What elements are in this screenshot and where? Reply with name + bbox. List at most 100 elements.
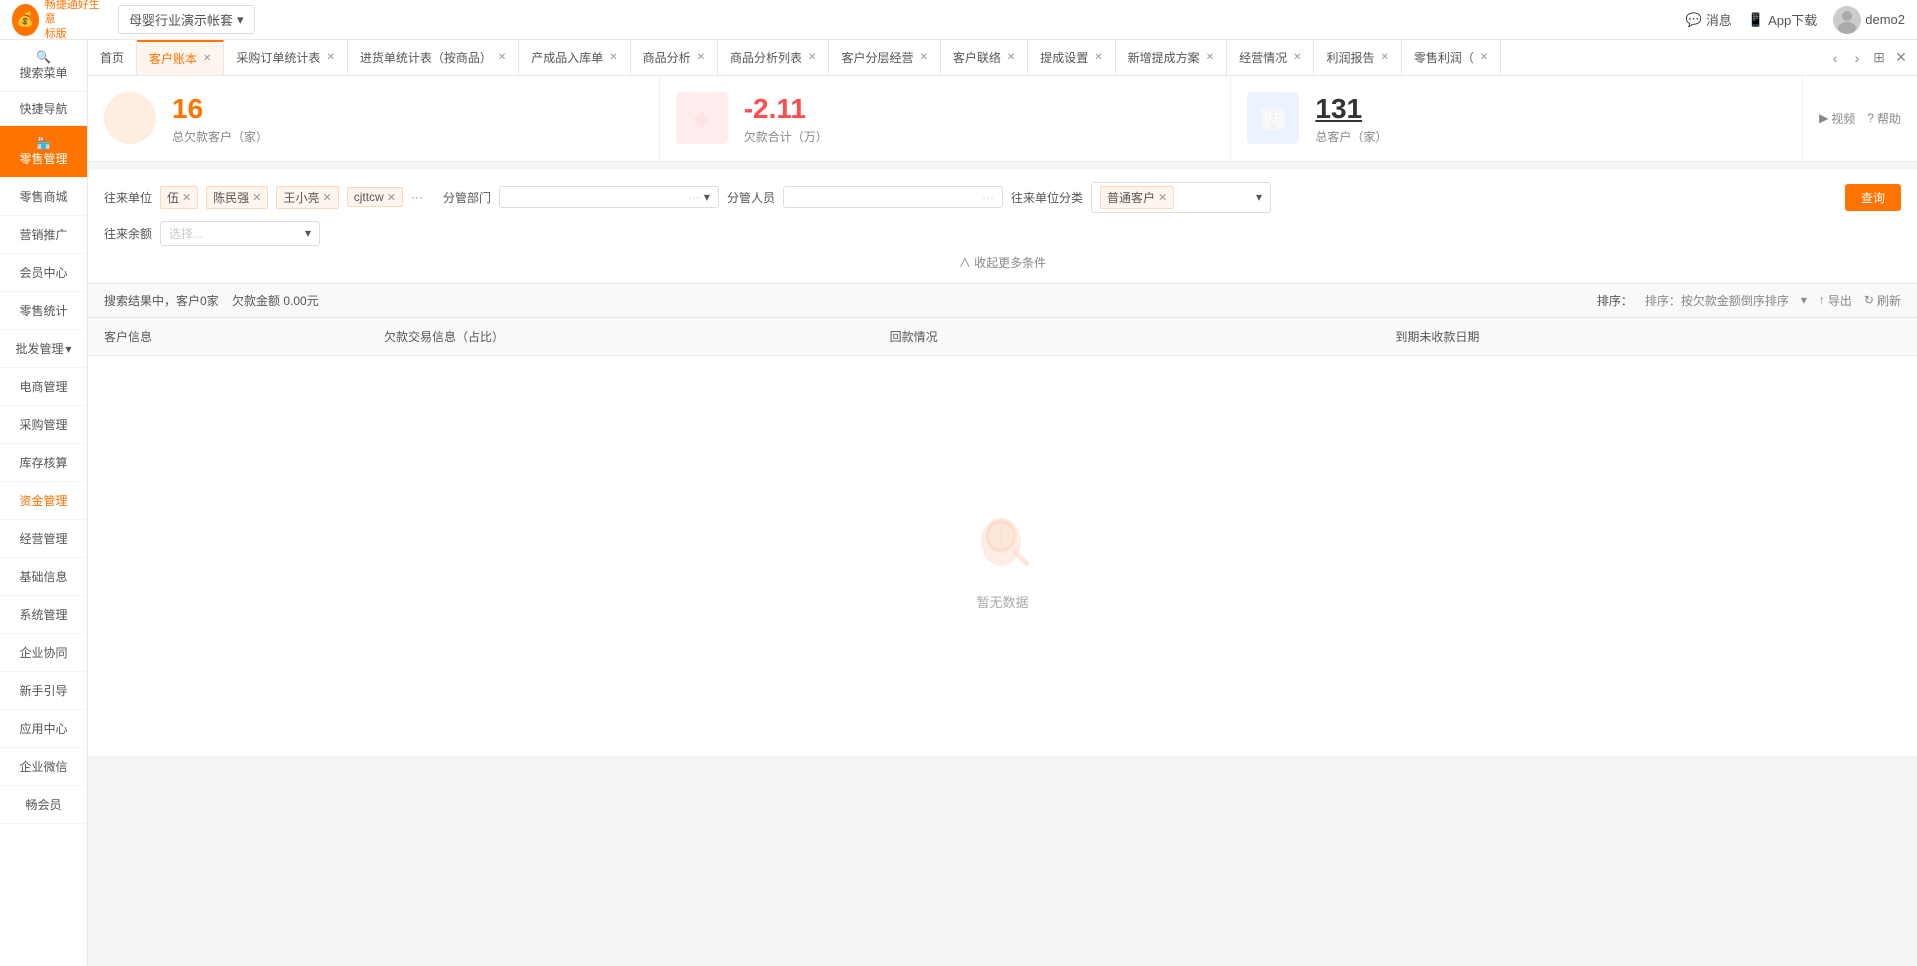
logo-area: 💰 畅捷通好生意 标版 (12, 0, 100, 41)
export-btn[interactable]: ↑ 导出 (1819, 292, 1852, 309)
close-tab-icon[interactable]: ✕ (808, 52, 816, 63)
sidebar-item-retail-stats[interactable]: 零售统计 (0, 292, 87, 330)
sidebar-item-enterprise-wechat[interactable]: 企业微信 (0, 748, 87, 786)
tab-product-inbound[interactable]: 产成品入库单 ✕ (519, 40, 630, 76)
logo-icon: 💰 (12, 4, 39, 36)
filter-tag-unit-2: 陈民强 ✕ (206, 186, 268, 209)
retail-mgmt-icon: 🏪 (0, 136, 87, 150)
help-btn[interactable]: ? 帮助 (1867, 110, 1901, 127)
close-tab-icon[interactable]: ✕ (1206, 52, 1214, 63)
stat-text-customers: 16 总欠款客户（家） (172, 92, 268, 145)
tab-right-arrow[interactable]: › (1847, 48, 1867, 68)
collapse-button[interactable]: ∧ 收起更多条件 (959, 254, 1046, 271)
chevron-icon: ▾ (65, 342, 71, 356)
sidebar-item-app-center[interactable]: 应用中心 (0, 710, 87, 748)
sidebar-item-ops-mgmt[interactable]: 经营管理 (0, 520, 87, 558)
sidebar-item-retail-mgmt[interactable]: 🏪 零售管理 (0, 126, 87, 178)
sidebar-item-sys-mgmt[interactable]: 系统管理 (0, 596, 87, 634)
tab-customer-contact[interactable]: 客户联络 ✕ (941, 40, 1028, 76)
table-col-due-date: 到期未收款日期 (1395, 328, 1901, 345)
top-bar: 💰 畅捷通好生意 标版 母婴行业演示帐套 ▾ 💬 消息 📱 App下载 demo… (0, 0, 1917, 40)
stat-card-total-customers: ¥ 16 总欠款客户（家） (88, 76, 660, 161)
close-tab-icon[interactable]: ✕ (203, 53, 211, 64)
filter-area: 往来单位 伍 ✕ 陈民强 ✕ 王小亮 ✕ cjttcw (88, 170, 1917, 284)
query-button[interactable]: 查询 (1845, 184, 1901, 211)
filter-balance-select[interactable]: 选择... ▾ (160, 221, 320, 246)
close-tab-icon[interactable]: ✕ (1293, 52, 1301, 63)
sidebar-item-capital-mgmt[interactable]: 资金管理 (0, 482, 87, 520)
filter-classify-tag: 普通客户 ✕ (1100, 186, 1174, 209)
table-header: 客户信息 欠款交易信息（占比） 回款情况 到期未收款日期 (88, 318, 1917, 356)
help-icon: ? (1867, 111, 1874, 125)
sidebar-item-new-guide[interactable]: 新手引导 (0, 672, 87, 710)
close-tab-icon[interactable]: ✕ (919, 52, 927, 63)
close-tab-icon[interactable]: ✕ (697, 52, 705, 63)
close-tab-icon[interactable]: ✕ (1094, 52, 1102, 63)
remove-tag-4[interactable]: ✕ (387, 191, 396, 204)
logo-text: 畅捷通好生意 标版 (45, 0, 100, 41)
filter-dept-select[interactable]: ··· ▾ (499, 186, 719, 208)
remove-tag-3[interactable]: ✕ (323, 191, 332, 204)
result-actions: 排序： 排序：按欠款金额倒序排序 ▾ ↑ 导出 ↻ 刷新 (1597, 292, 1901, 309)
close-tab-icon[interactable]: ✕ (498, 52, 506, 63)
tab-left-arrow[interactable]: ‹ (1825, 48, 1845, 68)
sidebar-item-enterprise-collab[interactable]: 企业协同 (0, 634, 87, 672)
tab-expand-icon[interactable]: ⊞ (1869, 48, 1889, 68)
tab-commission-settings[interactable]: 提成设置 ✕ (1028, 40, 1115, 76)
filter-person-select[interactable]: ··· (783, 186, 1003, 208)
filter-label-dept: 分管部门 (443, 189, 491, 206)
sidebar-item-inventory[interactable]: 库存核算 (0, 444, 87, 482)
video-help-btn[interactable]: ▶ 视频 (1819, 110, 1855, 127)
sidebar-item-retail-shop[interactable]: 零售商城 (0, 178, 87, 216)
sort-chevron-icon: ▾ (1801, 293, 1807, 307)
filter-classify-select[interactable]: 普通客户 ✕ ▾ (1091, 182, 1271, 213)
refresh-icon: ↻ (1864, 293, 1874, 307)
tab-purchase-goods-stats[interactable]: 进货单统计表（按商品） ✕ (348, 40, 519, 76)
tab-product-analysis[interactable]: 商品分析 ✕ (631, 40, 718, 76)
close-tab-icon[interactable]: ✕ (326, 52, 334, 63)
tab-customer-ledger[interactable]: 客户账本 ✕ (137, 40, 224, 76)
tab-customer-segment[interactable]: 客户分层经营 ✕ (829, 40, 940, 76)
close-tab-icon[interactable]: ✕ (1007, 52, 1015, 63)
top-bar-left: 💰 畅捷通好生意 标版 母婴行业演示帐套 ▾ (12, 0, 255, 41)
tab-product-analysis-list[interactable]: 商品分析列表 ✕ (718, 40, 829, 76)
store-selector[interactable]: 母婴行业演示帐套 ▾ (118, 5, 255, 34)
empty-icon (963, 500, 1043, 580)
user-avatar-btn[interactable]: demo2 (1833, 6, 1905, 34)
search-icon: 🔍 (0, 50, 87, 64)
close-tab-icon[interactable]: ✕ (1480, 52, 1488, 63)
message-btn[interactable]: 💬 消息 (1686, 10, 1732, 29)
top-right-actions: ▶ 视频 ? 帮助 (1803, 76, 1917, 161)
tab-purchase-order-stats[interactable]: 采购订单统计表 ✕ (224, 40, 347, 76)
remove-tag-1[interactable]: ✕ (182, 191, 191, 204)
tab-profit-report[interactable]: 利润报告 ✕ (1314, 40, 1401, 76)
table-container: 客户信息 欠款交易信息（占比） 回款情况 到期未收款日期 (88, 318, 1917, 756)
sidebar-item-ecommerce[interactable]: 电商管理 (0, 368, 87, 406)
sidebar-item-marketing[interactable]: 营销推广 (0, 216, 87, 254)
stat-value-total-clients: 131 (1315, 92, 1387, 126)
tab-home[interactable]: 首页 (88, 40, 137, 76)
app-download-btn[interactable]: 📱 App下载 (1748, 10, 1817, 29)
result-info: 搜索结果中，客户0家 欠款金额 0.00元 (104, 292, 319, 309)
tab-close-all-icon[interactable]: ✕ (1891, 48, 1911, 68)
empty-text: 暂无数据 (976, 592, 1028, 611)
sidebar-nav-quicklinks[interactable]: 快捷导航 (0, 92, 87, 126)
tab-add-commission-plan[interactable]: 新增提成方案 ✕ (1116, 40, 1227, 76)
close-tab-icon[interactable]: ✕ (609, 52, 617, 63)
close-tab-icon[interactable]: ✕ (1381, 52, 1389, 63)
remove-tag-2[interactable]: ✕ (252, 191, 261, 204)
sidebar-search[interactable]: 🔍 搜索菜单 (0, 40, 87, 92)
sidebar-item-member-center[interactable]: 会员中心 (0, 254, 87, 292)
tab-retail-profit[interactable]: 零售利润（ ✕ (1402, 40, 1501, 76)
sidebar-item-basic-info[interactable]: 基础信息 (0, 558, 87, 596)
filter-dots-dept: ··· (688, 190, 700, 204)
tab-ops-status[interactable]: 经营情况 ✕ (1227, 40, 1314, 76)
filter-label-unit: 往来单位 (104, 189, 152, 206)
sidebar-item-wholesale-mgmt[interactable]: 批发管理 ▾ (0, 330, 87, 368)
sidebar-item-purchase-mgmt[interactable]: 采购管理 (0, 406, 87, 444)
sidebar-item-vip-member[interactable]: 畅会员 (0, 786, 87, 824)
filter-tag-more[interactable]: ··· (411, 190, 423, 204)
stat-text-debt: -2.11 欠款合计（万） (744, 92, 828, 145)
refresh-btn[interactable]: ↻ 刷新 (1864, 292, 1901, 309)
remove-classify-tag[interactable]: ✕ (1158, 191, 1167, 204)
